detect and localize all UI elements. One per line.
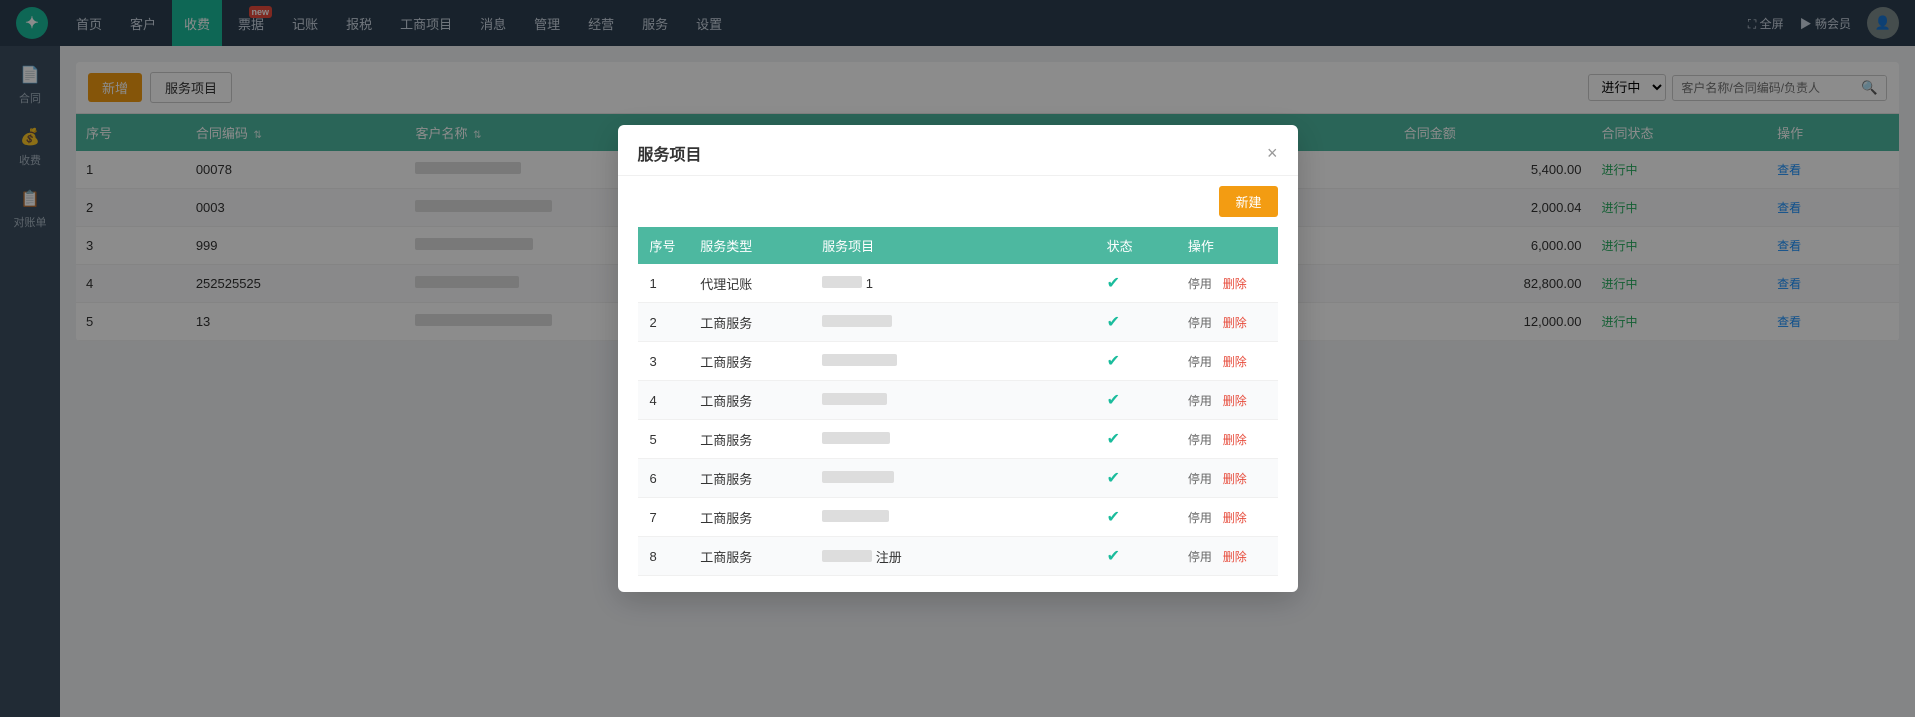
delete-action[interactable]: 删除	[1223, 316, 1247, 330]
modal-cell-num: 3	[638, 342, 689, 381]
modal-cell-status: ✔	[1095, 303, 1176, 342]
service-item-table: 序号 服务类型 服务项目 状态 操作 1 代理记账 1 ✔ 停用 删除 2 工商…	[638, 227, 1278, 576]
delete-action[interactable]: 删除	[1223, 277, 1247, 291]
modal-row-4: 5 工商服务 ✔ 停用 删除	[638, 420, 1278, 459]
modal-cell-actions: 停用 删除	[1176, 498, 1278, 537]
modal-row-5: 6 工商服务 ✔ 停用 删除	[638, 459, 1278, 498]
modal-cell-status: ✔	[1095, 537, 1176, 576]
modal-th-action: 操作	[1176, 227, 1278, 264]
stop-action[interactable]: 停用	[1188, 433, 1212, 447]
stop-action[interactable]: 停用	[1188, 316, 1212, 330]
modal-cell-item	[810, 459, 1094, 498]
modal-cell-num: 5	[638, 420, 689, 459]
modal-cell-type: 工商服务	[688, 498, 810, 537]
modal-cell-num: 4	[638, 381, 689, 420]
modal-cell-type: 工商服务	[688, 342, 810, 381]
modal-cell-actions: 停用 删除	[1176, 342, 1278, 381]
modal-cell-status: ✔	[1095, 264, 1176, 303]
modal-th-type: 服务类型	[688, 227, 810, 264]
modal-cell-type: 代理记账	[688, 264, 810, 303]
modal-cell-item	[810, 381, 1094, 420]
modal-th-num: 序号	[638, 227, 689, 264]
modal-cell-item	[810, 498, 1094, 537]
delete-action[interactable]: 删除	[1223, 472, 1247, 486]
modal-row-6: 7 工商服务 ✔ 停用 删除	[638, 498, 1278, 537]
modal-cell-item	[810, 420, 1094, 459]
modal-cell-item: 1	[810, 264, 1094, 303]
modal-cell-status: ✔	[1095, 381, 1176, 420]
modal-overlay[interactable]: 服务项目 × 新建 序号 服务类型 服务项目 状态 操作 1 代理记账	[0, 0, 1915, 717]
modal-cell-status: ✔	[1095, 498, 1176, 537]
modal-cell-actions: 停用 删除	[1176, 381, 1278, 420]
modal-title: 服务项目	[638, 141, 702, 165]
modal-cell-actions: 停用 删除	[1176, 459, 1278, 498]
modal-th-item: 服务项目	[810, 227, 1094, 264]
modal-toolbar: 新建	[618, 176, 1298, 227]
delete-action[interactable]: 删除	[1223, 550, 1247, 564]
delete-action[interactable]: 删除	[1223, 355, 1247, 369]
stop-action[interactable]: 停用	[1188, 355, 1212, 369]
modal-row-7: 8 工商服务 注册 ✔ 停用 删除	[638, 537, 1278, 576]
modal-cell-actions: 停用 删除	[1176, 264, 1278, 303]
modal-cell-item: 注册	[810, 537, 1094, 576]
delete-action[interactable]: 删除	[1223, 433, 1247, 447]
modal-row-0: 1 代理记账 1 ✔ 停用 删除	[638, 264, 1278, 303]
modal-body: 序号 服务类型 服务项目 状态 操作 1 代理记账 1 ✔ 停用 删除 2 工商…	[618, 227, 1298, 592]
modal-cell-actions: 停用 删除	[1176, 303, 1278, 342]
modal-cell-num: 7	[638, 498, 689, 537]
modal-row-3: 4 工商服务 ✔ 停用 删除	[638, 381, 1278, 420]
stop-action[interactable]: 停用	[1188, 550, 1212, 564]
modal-th-status: 状态	[1095, 227, 1176, 264]
delete-action[interactable]: 删除	[1223, 394, 1247, 408]
modal-cell-num: 6	[638, 459, 689, 498]
modal-cell-status: ✔	[1095, 342, 1176, 381]
modal-cell-status: ✔	[1095, 459, 1176, 498]
modal-cell-num: 8	[638, 537, 689, 576]
modal-header: 服务项目 ×	[618, 125, 1298, 176]
stop-action[interactable]: 停用	[1188, 277, 1212, 291]
modal-cell-type: 工商服务	[688, 381, 810, 420]
delete-action[interactable]: 删除	[1223, 511, 1247, 525]
modal-cell-item	[810, 342, 1094, 381]
stop-action[interactable]: 停用	[1188, 394, 1212, 408]
modal-cell-num: 2	[638, 303, 689, 342]
modal-cell-actions: 停用 删除	[1176, 537, 1278, 576]
modal-cell-type: 工商服务	[688, 303, 810, 342]
modal-cell-type: 工商服务	[688, 420, 810, 459]
modal-cell-num: 1	[638, 264, 689, 303]
modal-cell-type: 工商服务	[688, 537, 810, 576]
stop-action[interactable]: 停用	[1188, 472, 1212, 486]
modal-cell-type: 工商服务	[688, 459, 810, 498]
modal-row-2: 3 工商服务 ✔ 停用 删除	[638, 342, 1278, 381]
stop-action[interactable]: 停用	[1188, 511, 1212, 525]
modal-row-1: 2 工商服务 ✔ 停用 删除	[638, 303, 1278, 342]
modal-close-button[interactable]: ×	[1267, 144, 1278, 162]
service-item-modal: 服务项目 × 新建 序号 服务类型 服务项目 状态 操作 1 代理记账	[618, 125, 1298, 592]
modal-cell-actions: 停用 删除	[1176, 420, 1278, 459]
modal-cell-item	[810, 303, 1094, 342]
modal-cell-status: ✔	[1095, 420, 1176, 459]
modal-new-button[interactable]: 新建	[1219, 186, 1277, 217]
